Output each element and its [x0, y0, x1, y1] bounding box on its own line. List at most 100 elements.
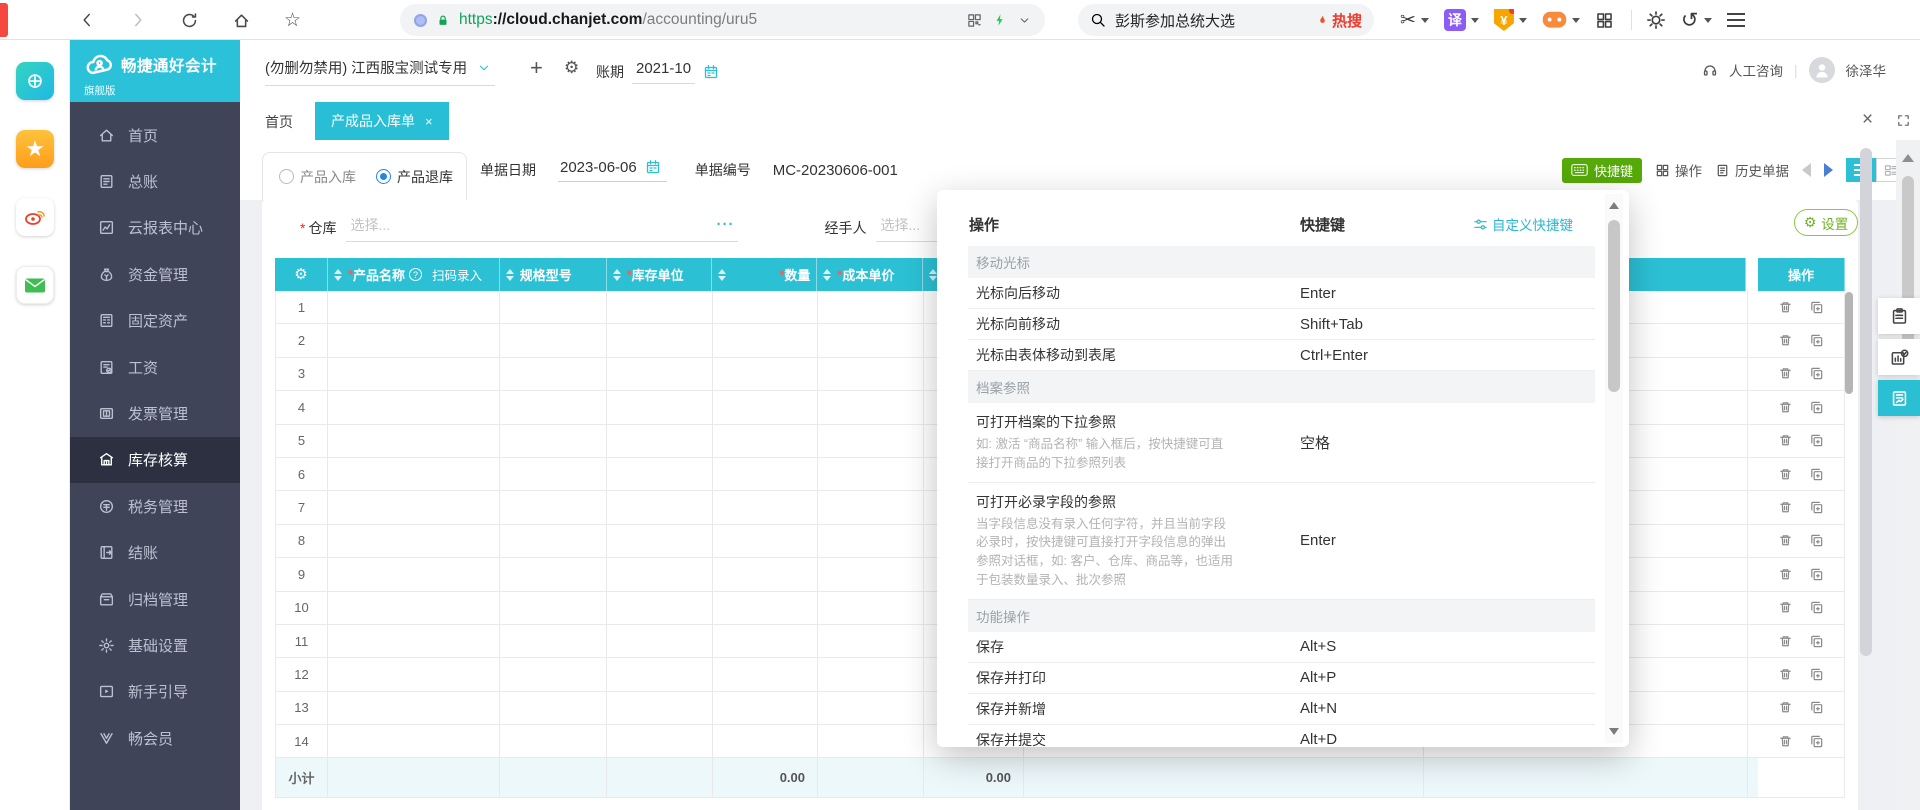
grid-cell[interactable]: [607, 558, 713, 591]
chanjet-app-icon[interactable]: [16, 62, 54, 100]
account-settings-gear-icon[interactable]: ⚙: [564, 59, 579, 76]
delete-row-icon[interactable]: [1778, 567, 1793, 582]
refresh-icon[interactable]: [180, 11, 199, 30]
wallet-menu-caret[interactable]: [1518, 17, 1527, 23]
grid-cell[interactable]: [328, 524, 500, 558]
grid-cell[interactable]: [607, 291, 713, 324]
sidebar-item-guide[interactable]: 新手引导: [70, 669, 240, 715]
header-cell[interactable]: * 成本单价: [817, 258, 924, 291]
radio-product-in[interactable]: 产品入库: [279, 167, 356, 187]
delete-row-icon[interactable]: [1778, 500, 1793, 515]
header-cell[interactable]: 规格型号: [500, 258, 607, 291]
copy-row-icon[interactable]: [1809, 433, 1824, 448]
sort-icon[interactable]: [823, 268, 832, 281]
modal-scroll-down-icon[interactable]: [1609, 728, 1619, 735]
sort-icon[interactable]: [333, 268, 342, 281]
header-cell[interactable]: * 产品名称? 扫码录入: [328, 258, 500, 291]
grid-cell[interactable]: [328, 624, 500, 658]
grid-cell[interactable]: [713, 558, 818, 591]
period-calendar-icon[interactable]: [703, 64, 719, 80]
scissors-menu-caret[interactable]: [1420, 17, 1429, 23]
period-value[interactable]: 2021-10: [632, 60, 696, 84]
delete-row-icon[interactable]: [1778, 734, 1793, 749]
sidebar-item-settings[interactable]: 基础设置: [70, 622, 240, 668]
column-settings-gear-icon[interactable]: ⚙: [294, 267, 307, 282]
grid-cell[interactable]: [818, 558, 924, 591]
grid-cell[interactable]: [607, 691, 713, 725]
help-icon[interactable]: ?: [409, 268, 423, 281]
translate-icon[interactable]: 译: [1443, 9, 1466, 31]
delete-row-icon[interactable]: [1778, 467, 1793, 482]
grid-cell[interactable]: [713, 524, 818, 558]
fullscreen-icon[interactable]: [1896, 113, 1911, 128]
grid-cell[interactable]: [713, 291, 818, 324]
forward-icon[interactable]: [129, 11, 147, 29]
grid-cell[interactable]: [818, 424, 924, 457]
page-scrollbar[interactable]: [1896, 140, 1920, 810]
delete-row-icon[interactable]: [1778, 600, 1793, 615]
grid-cell[interactable]: [607, 591, 713, 624]
grid-cell[interactable]: [607, 491, 713, 524]
warehouse-input[interactable]: 选择... ···: [346, 215, 739, 242]
row-number-cell[interactable]: 1: [275, 291, 328, 324]
copy-row-icon[interactable]: [1809, 567, 1824, 582]
fab-doc-summary-button[interactable]: [1878, 380, 1920, 416]
column-label[interactable]: 数量: [784, 265, 810, 284]
date-value[interactable]: 2023-06-06: [560, 159, 637, 176]
tab-home[interactable]: 首页: [265, 112, 293, 132]
delete-row-icon[interactable]: [1778, 333, 1793, 348]
radio-product-return[interactable]: 产品退库: [376, 167, 453, 187]
copy-row-icon[interactable]: [1809, 600, 1824, 615]
hot-search-badge[interactable]: 热搜: [1316, 10, 1362, 31]
header-cell[interactable]: * 库存单位: [607, 258, 713, 291]
grid-cell[interactable]: [500, 725, 607, 758]
scan-entry-label[interactable]: 扫码录入: [432, 265, 482, 284]
grid-cell[interactable]: [818, 491, 924, 524]
grid-cell[interactable]: [607, 725, 713, 758]
add-account-button[interactable]: +: [530, 57, 543, 79]
row-number-cell[interactable]: 8: [275, 524, 328, 558]
copy-row-icon[interactable]: [1809, 500, 1824, 515]
copy-row-icon[interactable]: [1809, 667, 1824, 682]
grid-cell[interactable]: [500, 558, 607, 591]
apps-grid-icon[interactable]: [1595, 11, 1614, 30]
grid-cell[interactable]: [607, 524, 713, 558]
grid-cell[interactable]: [328, 725, 500, 758]
sidebar-item-home[interactable]: 首页: [70, 112, 240, 158]
row-number-cell[interactable]: 14: [275, 725, 328, 758]
operation-menu-button[interactable]: 操作: [1655, 160, 1702, 180]
copy-row-icon[interactable]: [1809, 467, 1824, 482]
games-icon[interactable]: [1542, 11, 1567, 29]
grid-cell[interactable]: [500, 291, 607, 324]
sort-icon[interactable]: [718, 268, 727, 281]
grid-cell[interactable]: [818, 691, 924, 725]
grid-cell[interactable]: [500, 658, 607, 691]
screenshot-scissors-icon[interactable]: ✂: [1400, 11, 1416, 30]
grid-cell[interactable]: [328, 658, 500, 691]
delete-row-icon[interactable]: [1778, 400, 1793, 415]
copy-row-icon[interactable]: [1809, 734, 1824, 749]
url-bar[interactable]: https://cloud.chanjet.com/accounting/uru…: [400, 4, 1045, 36]
row-number-cell[interactable]: 6: [275, 457, 328, 491]
grid-cell[interactable]: [607, 424, 713, 457]
date-calendar-icon[interactable]: [645, 159, 661, 175]
grid-cell[interactable]: [818, 357, 924, 391]
grid-cell[interactable]: [713, 391, 818, 424]
weibo-app-icon[interactable]: [16, 198, 54, 236]
grid-cell[interactable]: [607, 324, 713, 357]
grid-cell[interactable]: [328, 357, 500, 391]
shortcut-keys-button[interactable]: 快捷键: [1562, 157, 1643, 183]
grid-cell[interactable]: [328, 457, 500, 491]
delete-row-icon[interactable]: [1778, 300, 1793, 315]
row-number-cell[interactable]: 3: [275, 357, 328, 391]
sort-icon[interactable]: [505, 268, 514, 281]
copy-row-icon[interactable]: [1809, 400, 1824, 415]
grid-cell[interactable]: [713, 424, 818, 457]
username[interactable]: 徐泽华: [1846, 60, 1887, 80]
sidebar-item-closing[interactable]: 结账: [70, 530, 240, 576]
grid-cell[interactable]: [500, 491, 607, 524]
grid-cell[interactable]: [713, 658, 818, 691]
wallet-shield-icon[interactable]: ¥: [1493, 9, 1514, 31]
sidebar-item-archive[interactable]: 归档管理: [70, 576, 240, 622]
sidebar-item-vip[interactable]: 畅会员: [70, 715, 240, 761]
